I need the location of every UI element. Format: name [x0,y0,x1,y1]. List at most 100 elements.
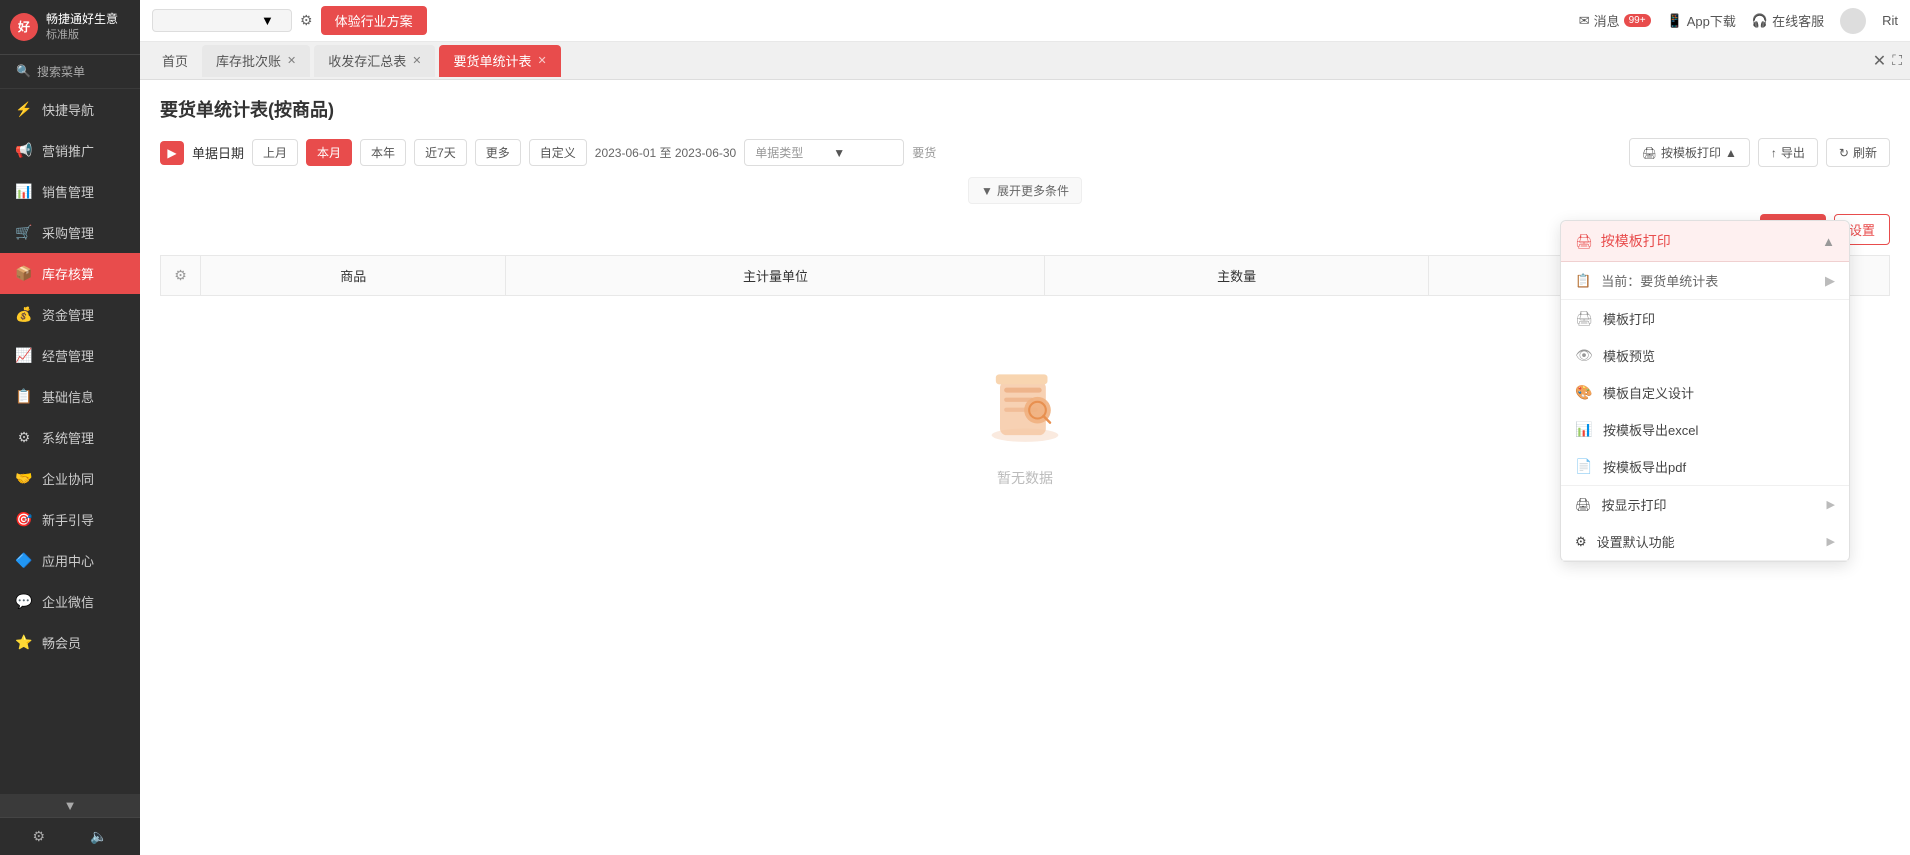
tab-inventory-batch[interactable]: 库存批次账 ✕ [202,45,310,77]
page-title: 要货单统计表(按商品) [160,96,1890,122]
dropdown-export-pdf[interactable]: 📄 按模板导出pdf [1561,448,1849,485]
sidebar-item-member[interactable]: ⭐ 畅会员 [0,622,140,663]
tab-inventory-batch-close[interactable]: ✕ [287,54,296,67]
online-service-item[interactable]: 🎧 在线客服 [1752,11,1824,30]
sidebar-item-label: 基础信息 [42,387,94,406]
user-avatar[interactable] [1840,8,1866,34]
template-design-label: 模板自定义设计 [1603,383,1694,402]
expand-more-btn[interactable]: ▼ 展开更多条件 [968,177,1082,204]
refresh-btn[interactable]: ↻ 刷新 [1826,138,1890,167]
basic-icon: 📋 [14,388,34,405]
search-icon: 🔍 [16,64,31,78]
trial-btn[interactable]: 体验行业方案 [321,6,427,35]
sidebar-item-operation[interactable]: 📈 经营管理 [0,335,140,376]
set-default-icon: ⚙ [1575,534,1587,550]
tab-summary-close[interactable]: ✕ [412,54,421,67]
sidebar-item-marketing[interactable]: 📢 营销推广 [0,130,140,171]
messages-item[interactable]: ✉ 消息 99+ [1579,11,1651,30]
filter-doc-type-label: 单据类型 [755,144,803,161]
sidebar-item-label: 企业微信 [42,592,94,611]
filter-toggle-btn[interactable]: ▶ [160,141,184,165]
sidebar-search[interactable]: 🔍 搜索菜单 [0,55,140,89]
messages-icon: ✉ [1579,13,1590,29]
sidebar-item-enterprise[interactable]: 🤝 企业协同 [0,458,140,499]
sidebar-item-label: 经营管理 [42,346,94,365]
filter-date-curr-year[interactable]: 本年 [360,139,406,166]
username-label: Rit [1882,13,1898,28]
filter-date-more[interactable]: 更多 [475,139,521,166]
dropdown-template-preview[interactable]: 👁 模板预览 [1561,337,1849,374]
sidebar-item-label: 企业协同 [42,469,94,488]
app-name: 畅捷通好生意 [46,12,118,28]
sales-icon: 📊 [14,183,34,200]
sidebar-scroll-down[interactable]: ▼ [0,794,140,817]
tab-maximize-icon[interactable]: ⛶ [1892,52,1902,69]
tab-inventory-batch-label: 库存批次账 [216,51,281,70]
app-download-item[interactable]: 📱 App下载 [1667,11,1736,30]
sidebar-item-apps[interactable]: 🔷 应用中心 [0,540,140,581]
template-design-icon: 🎨 [1575,384,1593,401]
export-btn[interactable]: ↑ 导出 [1758,138,1818,167]
marketing-icon: 📢 [14,142,34,159]
apps-icon: 🔷 [14,552,34,569]
filter-doc-type[interactable]: 单据类型 ▼ [744,139,904,166]
dropdown-display-print[interactable]: 🖨 按显示打印 ▶ [1561,486,1849,523]
tab-home-label: 首页 [162,51,188,70]
tab-order-stat-close[interactable]: ✕ [538,54,547,67]
col-unit: 主计量单位 [506,256,1045,296]
wechat-icon: 💬 [14,593,34,610]
display-print-label: 按显示打印 [1602,495,1667,514]
dropdown-template-design[interactable]: 🎨 模板自定义设计 [1561,374,1849,411]
sidebar-footer: ⚙ 🔈 [0,817,140,855]
sidebar-item-wechat[interactable]: 💬 企业微信 [0,581,140,622]
page-inner: 要货单统计表(按商品) ▶ 单据日期 上月 本月 本年 近7天 更多 自定义 2… [140,80,1910,855]
dropdown-current-item[interactable]: 📋 当前：要货单统计表 ▶ [1561,262,1849,299]
sidebar-item-purchase[interactable]: 🛒 采购管理 [0,212,140,253]
tab-close-all-icon[interactable]: ✕ [1873,51,1886,71]
sidebar-item-basic[interactable]: 📋 基础信息 [0,376,140,417]
online-service-label: 在线客服 [1772,11,1824,30]
filter-bar: ▶ 单据日期 上月 本月 本年 近7天 更多 自定义 2023-06-01 至 … [160,138,1890,167]
table-column-settings-icon[interactable]: ⚙ [174,267,187,283]
dropdown-header: 🖨 按模板打印 ▲ [1561,221,1849,262]
sidebar-item-finance[interactable]: 💰 资金管理 [0,294,140,335]
filter-date-custom[interactable]: 自定义 [529,139,587,166]
sidebar-item-label: 资金管理 [42,305,94,324]
current-label-text: 当前：要货单统计表 [1601,271,1718,290]
main-content: ▼ ⚙ 体验行业方案 ✉ 消息 99+ 📱 App下载 🎧 在线客服 Rit [140,0,1910,855]
display-print-icon: 🖨 [1575,497,1592,513]
set-default-label: 设置默认功能 [1597,532,1675,551]
current-icon: 📋 [1575,273,1591,289]
filter-date-prev-month[interactable]: 上月 [252,139,298,166]
settings-footer-icon[interactable]: ⚙ [33,828,46,845]
export-icon: ↑ [1771,146,1777,160]
tab-order-stat[interactable]: 要货单统计表 ✕ [439,45,560,77]
topbar-left: ▼ ⚙ 体验行业方案 [152,6,427,35]
topbar-gear-icon[interactable]: ⚙ [300,12,313,29]
sidebar-item-sales[interactable]: 📊 销售管理 [0,171,140,212]
messages-badge: 99+ [1624,14,1651,27]
sidebar-item-guide[interactable]: 🎯 新手引导 [0,499,140,540]
sidebar-item-inventory[interactable]: 📦 库存核算 [0,253,140,294]
tab-home[interactable]: 首页 [148,45,202,77]
sidebar-item-system[interactable]: ⚙ 系统管理 [0,417,140,458]
filter-date-range: 2023-06-01 至 2023-06-30 [595,144,736,161]
tab-summary[interactable]: 收发存汇总表 ✕ [314,45,435,77]
dropdown-set-default[interactable]: ⚙ 设置默认功能 ▶ [1561,523,1849,560]
guide-icon: 🎯 [14,511,34,528]
filter-date-curr-month[interactable]: 本月 [306,139,352,166]
export-pdf-icon: 📄 [1575,458,1593,475]
sidebar-item-quick-nav[interactable]: ⚡ 快捷导航 [0,89,140,130]
filter-date-7days[interactable]: 近7天 [414,139,467,166]
volume-footer-icon[interactable]: 🔈 [90,828,107,845]
dropdown-template-print[interactable]: 🖨 模板打印 [1561,300,1849,337]
topbar-search-box[interactable]: ▼ [152,9,292,32]
sidebar: 好 畅捷通好生意 标准版 🔍 搜索菜单 ⚡ 快捷导航 📢 营销推广 📊 销售管理… [0,0,140,855]
dropdown-up-arrow[interactable]: ▲ [1822,234,1835,249]
sidebar-nav: ⚡ 快捷导航 📢 营销推广 📊 销售管理 🛒 采购管理 📦 库存核算 💰 资金管… [0,89,140,794]
sidebar-item-label: 系统管理 [42,428,94,447]
print-template-btn[interactable]: 🖨 按模板打印 ▲ [1629,138,1750,167]
topbar-search-input[interactable] [161,14,261,28]
filter-doc-type-arrow: ▼ [833,146,845,160]
dropdown-export-excel[interactable]: 📊 按模板导出excel [1561,411,1849,448]
